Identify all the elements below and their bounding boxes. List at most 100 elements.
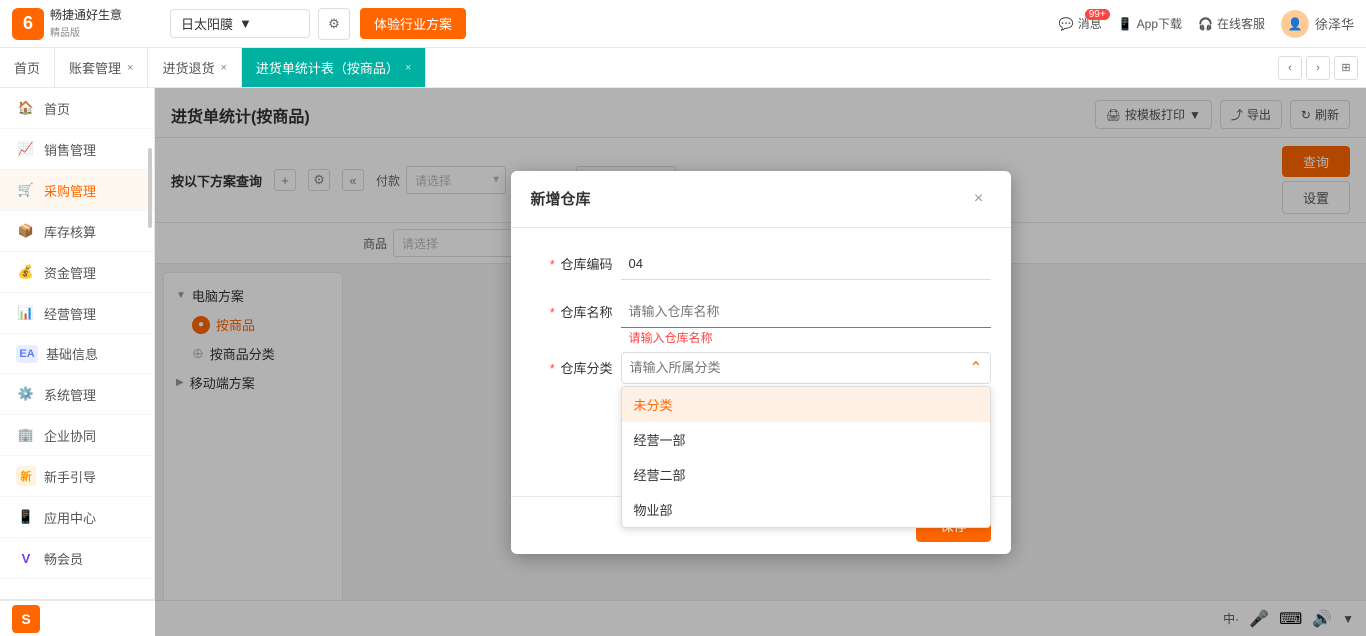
trial-btn[interactable]: 体验行业方案 [360, 8, 466, 39]
avatar: 👤 [1281, 10, 1309, 38]
tab-next-btn[interactable]: › [1306, 56, 1330, 80]
sidebar-item-finance[interactable]: 💰 资金管理 [0, 252, 154, 293]
sidebar-item-enterprise[interactable]: 🏢 企业协同 [0, 415, 154, 456]
tab-account-close[interactable]: × [127, 62, 133, 74]
tab-purchase-stats-close[interactable]: × [405, 62, 411, 74]
sidebar-item-system-label: 系统管理 [44, 385, 96, 404]
operations-icon: 📊 [16, 303, 36, 323]
form-label-code: * 仓库编码 [531, 248, 621, 273]
warehouse-code-input[interactable] [621, 248, 991, 280]
tab-purchase-stats[interactable]: 进货单统计表（按商品） × [242, 48, 426, 87]
user-area[interactable]: 👤 徐泽华 [1281, 10, 1354, 38]
purchase-icon: 🛒 [16, 180, 36, 200]
sidebar-item-basic-label: 基础信息 [46, 344, 98, 363]
add-warehouse-modal: 新增仓库 × * 仓库编码 * [511, 171, 1011, 554]
mobile-icon: 📱 [1118, 17, 1133, 31]
form-label-name: * 仓库名称 [531, 296, 621, 321]
modal-overlay: 新增仓库 × * 仓库编码 * [155, 88, 1366, 636]
home-icon: 🏠 [16, 98, 36, 118]
sidebar-item-enterprise-label: 企业协同 [44, 426, 96, 445]
settings-button[interactable]: ⚙ [318, 8, 350, 40]
tab-purchase-return-label: 进货退货 [162, 58, 214, 77]
dropdown-item-3[interactable]: 物业部 [622, 492, 990, 527]
tab-expand-btn[interactable]: ⊞ [1334, 56, 1358, 80]
gear-icon: ⚙ [328, 16, 340, 32]
tab-prev-btn[interactable]: ‹ [1278, 56, 1302, 80]
bottom-logo: S [12, 605, 40, 633]
tab-purchase-return-close[interactable]: × [220, 62, 226, 74]
messages-item[interactable]: 💬 消息 99+ [1059, 15, 1102, 32]
warehouse-category-input[interactable] [621, 352, 991, 384]
sidebar-item-sales-label: 销售管理 [44, 140, 96, 159]
modal-body: * 仓库编码 * 仓库名称 请输入仓库名称 [511, 228, 1011, 496]
message-icon: 💬 [1059, 17, 1074, 31]
store-selector[interactable]: 日太阳膜 ▼ [170, 9, 310, 38]
app-name: 畅捷通好生意 [50, 8, 122, 24]
chevron-down-icon: ▼ [239, 16, 252, 31]
modal-close-btn[interactable]: × [967, 187, 991, 211]
vip-icon: V [16, 548, 36, 568]
sidebar-item-purchase-label: 采购管理 [44, 181, 96, 200]
form-row-code: * 仓库编码 [531, 248, 991, 280]
form-row-category: * 仓库分类 ⌃ 未分类 经营一部 经营二部 物业部 [531, 352, 991, 384]
form-row-name: * 仓库名称 请输入仓库名称 [531, 296, 991, 328]
dropdown-item-2[interactable]: 经营二部 [622, 457, 990, 492]
logo-area: 6 畅捷通好生意 精品版 [12, 8, 162, 40]
sidebar-item-apps[interactable]: 📱 应用中心 [0, 497, 154, 538]
guide-icon: 新 [16, 466, 36, 486]
finance-icon: 💰 [16, 262, 36, 282]
tab-home-label: 首页 [14, 58, 40, 77]
inventory-icon: 📦 [16, 221, 36, 241]
form-label-category: * 仓库分类 [531, 352, 621, 377]
online-service-item[interactable]: 🎧 在线客服 [1198, 15, 1265, 32]
main-layout: 🏠 首页 📈 销售管理 🛒 采购管理 📦 库存核算 💰 资金管理 📊 经营管理 … [0, 88, 1366, 636]
sales-icon: 📈 [16, 139, 36, 159]
sidebar-item-system[interactable]: ⚙️ 系统管理 [0, 374, 154, 415]
messages-badge: 99+ [1085, 9, 1110, 20]
sidebar: 🏠 首页 📈 销售管理 🛒 采购管理 📦 库存核算 💰 资金管理 📊 经营管理 … [0, 88, 155, 636]
tab-purchase-stats-label: 进货单统计表（按商品） [256, 58, 399, 77]
sidebar-item-operations[interactable]: 📊 经营管理 [0, 293, 154, 334]
tab-account-label: 账套管理 [69, 58, 121, 77]
sidebar-item-inventory[interactable]: 📦 库存核算 [0, 211, 154, 252]
sidebar-item-apps-label: 应用中心 [44, 508, 96, 527]
content-area: 进货单统计(按商品) 🖨 按模板打印 ▼ ⤴ 导出 ↻ 刷新 按以下方案查询 [155, 88, 1366, 636]
sidebar-scrollbar[interactable] [148, 148, 152, 228]
tab-home[interactable]: 首页 [0, 48, 55, 87]
sidebar-item-vip[interactable]: V 畅会员 [0, 538, 154, 579]
enterprise-icon: 🏢 [16, 425, 36, 445]
sidebar-item-sales[interactable]: 📈 销售管理 [0, 129, 154, 170]
dropdown-item-0[interactable]: 未分类 [622, 387, 990, 422]
tab-bar: 首页 账套管理 × 进货退货 × 进货单统计表（按商品） × ‹ › ⊞ [0, 48, 1366, 88]
sidebar-item-purchase[interactable]: 🛒 采购管理 [0, 170, 154, 211]
warehouse-name-field-wrap: 请输入仓库名称 [621, 296, 991, 328]
username: 徐泽华 [1315, 14, 1354, 33]
tab-account[interactable]: 账套管理 × [55, 48, 148, 87]
headset-icon: 🎧 [1198, 17, 1213, 31]
app-download-label: App下载 [1137, 15, 1182, 32]
warehouse-category-wrap: ⌃ 未分类 经营一部 经营二部 物业部 [621, 352, 991, 384]
top-header: 6 畅捷通好生意 精品版 日太阳膜 ▼ ⚙ 体验行业方案 💬 消息 99+ 📱 … [0, 0, 1366, 48]
category-dropdown: 未分类 经营一部 经营二部 物业部 [621, 386, 991, 528]
app-download-item[interactable]: 📱 App下载 [1118, 15, 1182, 32]
warehouse-name-input[interactable] [621, 296, 991, 328]
app-edition: 精品版 [50, 24, 122, 39]
system-icon: ⚙️ [16, 384, 36, 404]
tab-controls: ‹ › ⊞ [1270, 56, 1366, 80]
sidebar-item-finance-label: 资金管理 [44, 263, 96, 282]
app-logo-icon: 6 [12, 8, 44, 40]
sidebar-item-home[interactable]: 🏠 首页 [0, 88, 154, 129]
tab-purchase-return[interactable]: 进货退货 × [148, 48, 241, 87]
logo-text-block: 畅捷通好生意 精品版 [50, 8, 122, 39]
warehouse-name-error: 请输入仓库名称 [629, 329, 713, 346]
sidebar-item-guide[interactable]: 新 新手引导 [0, 456, 154, 497]
sidebar-item-guide-label: 新手引导 [44, 467, 96, 486]
sidebar-item-basic[interactable]: EA 基础信息 [0, 334, 154, 374]
header-right: 💬 消息 99+ 📱 App下载 🎧 在线客服 👤 徐泽华 [1059, 10, 1354, 38]
sidebar-item-inventory-label: 库存核算 [44, 222, 96, 241]
category-arrow-icon[interactable]: ⌃ [969, 358, 982, 378]
store-name: 日太阳膜 [181, 14, 233, 33]
dropdown-item-1[interactable]: 经营一部 [622, 422, 990, 457]
modal-title: 新增仓库 [531, 188, 591, 209]
sidebar-item-home-label: 首页 [44, 99, 70, 118]
